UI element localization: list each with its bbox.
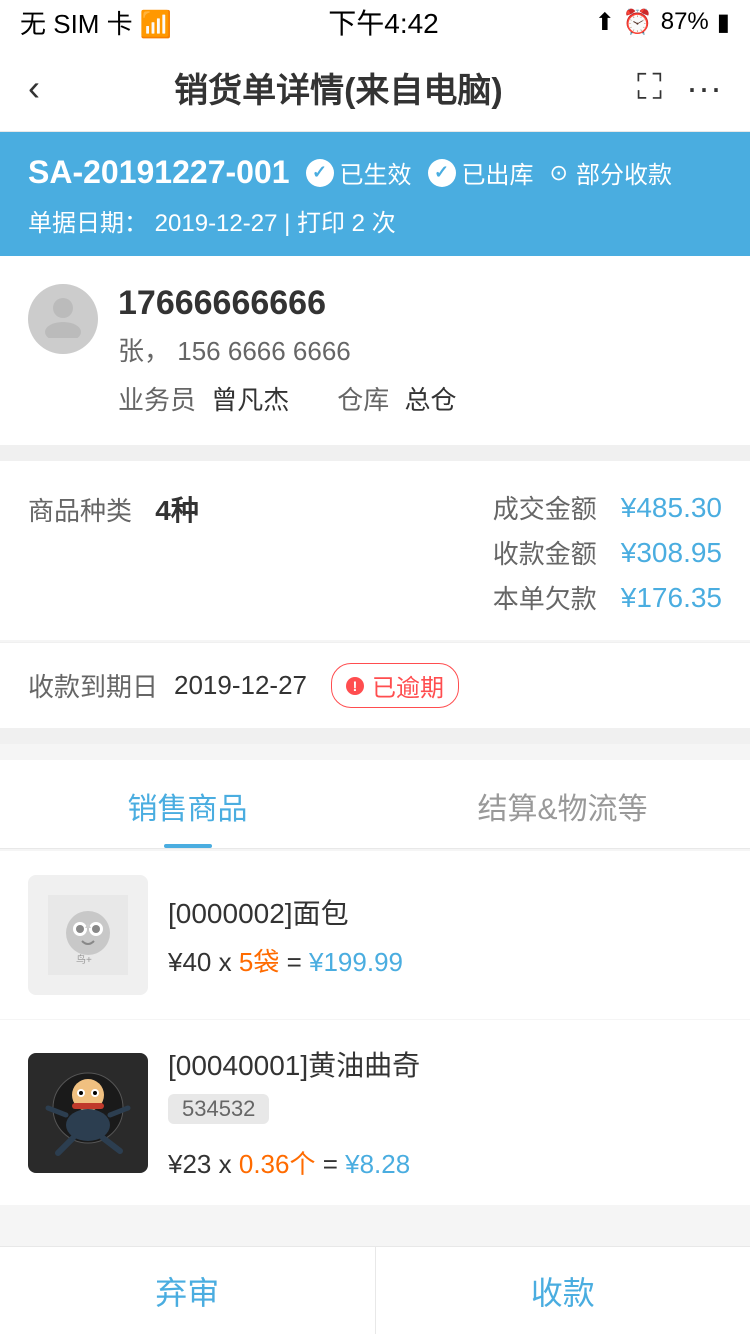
customer-name: 张， bbox=[118, 336, 170, 366]
overdue-text: 已逾期 bbox=[372, 668, 444, 703]
nav-bar: ‹ 销货单详情(来自电脑) ⛶ ··· bbox=[0, 44, 750, 132]
product-name-1: [0000002]面包 bbox=[168, 892, 722, 932]
status-bar: 无 SIM 卡 📶 下午4:42 ⬆ ⏰ 87% ▮ bbox=[0, 0, 750, 44]
amount-row: 成交金额 ¥485.30 bbox=[493, 489, 722, 526]
warehouse-name: 总仓 bbox=[405, 385, 457, 415]
amount-value: ¥485.30 bbox=[621, 492, 722, 524]
badge-shipped: ✓ 已出库 bbox=[428, 155, 534, 190]
customer-meta: 业务员 曾凡杰 仓库 总仓 bbox=[118, 380, 722, 417]
due-section: 收款到期日 2019-12-27 ! 已逾期 bbox=[0, 642, 750, 728]
product-name-2: [00040001]黄油曲奇 bbox=[168, 1044, 722, 1084]
print-separator: | bbox=[284, 210, 297, 237]
clock-icon: ⊙ bbox=[550, 160, 568, 186]
order-date: 2019-12-27 bbox=[155, 210, 278, 237]
status-time: 下午4:42 bbox=[328, 2, 439, 42]
customer-info: 17666666666 张， 156 6666 6666 业务员 曾凡杰 仓库 … bbox=[118, 284, 722, 417]
product-price-2: ¥23 x 0.36个 = ¥8.28 bbox=[168, 1144, 722, 1181]
debt-value: ¥176.35 bbox=[621, 582, 722, 614]
tab-settlement[interactable]: 结算&物流等 bbox=[375, 760, 750, 848]
cancel-label: 弃审 bbox=[155, 1268, 219, 1314]
more-icon[interactable]: ··· bbox=[686, 67, 722, 109]
price-base-2: ¥23 bbox=[168, 1149, 211, 1179]
overdue-badge: ! 已逾期 bbox=[331, 663, 459, 708]
product-thumbnail-2 bbox=[28, 1053, 148, 1173]
svg-text:鸟+: 鸟+ bbox=[76, 953, 92, 966]
customer-phone-number: 156 6666 6666 bbox=[177, 336, 351, 366]
order-id: SA-20191227-001 bbox=[28, 154, 290, 191]
amount-label: 成交金额 bbox=[493, 489, 597, 526]
received-row: 收款金额 ¥308.95 bbox=[493, 534, 722, 571]
product-badge-2: 534532 bbox=[168, 1094, 269, 1124]
tabs-section: 销售商品 结算&物流等 bbox=[0, 760, 750, 849]
customer-name-phone: 张， 156 6666 6666 bbox=[118, 331, 722, 368]
divider-2 bbox=[0, 728, 750, 744]
received-label: 收款金额 bbox=[493, 534, 597, 571]
debt-label: 本单欠款 bbox=[493, 579, 597, 616]
product-thumbnail-1: 鸟+ bbox=[28, 875, 148, 995]
category-label: 商品种类 bbox=[28, 496, 132, 526]
category-value: 4种 bbox=[155, 495, 199, 526]
battery-icon: ▮ bbox=[717, 8, 730, 37]
stats-left: 商品种类 4种 bbox=[28, 489, 199, 535]
tab-settlement-label: 结算&物流等 bbox=[477, 793, 647, 826]
badge-partial-label: 部分收款 bbox=[576, 155, 672, 190]
confirm-label: 收款 bbox=[531, 1268, 595, 1314]
price-total-1: ¥199.99 bbox=[309, 947, 403, 977]
check-icon-shipped: ✓ bbox=[428, 159, 456, 187]
table-row: 鸟+ [0000002]面包 ¥40 x 5袋 = ¥199.99 bbox=[0, 851, 750, 1020]
debt-row: 本单欠款 ¥176.35 bbox=[493, 579, 722, 616]
customer-id: 17666666666 bbox=[118, 284, 722, 323]
divider-1 bbox=[0, 445, 750, 461]
tab-sales-label: 销售商品 bbox=[128, 793, 248, 826]
confirm-button[interactable]: 收款 bbox=[376, 1247, 750, 1334]
received-value: ¥308.95 bbox=[621, 537, 722, 569]
product-info-1: [0000002]面包 ¥40 x 5袋 = ¥199.99 bbox=[168, 892, 722, 979]
warehouse-label: 仓库 总仓 bbox=[337, 380, 456, 417]
product-info-2: [00040001]黄油曲奇 534532 ¥23 x 0.36个 = ¥8.2… bbox=[168, 1044, 722, 1181]
products-section: 鸟+ [0000002]面包 ¥40 x 5袋 = ¥199.99 bbox=[0, 851, 750, 1206]
alarm-icon: ⏰ bbox=[623, 8, 653, 37]
overdue-icon: ! bbox=[346, 677, 364, 695]
check-icon-activated: ✓ bbox=[306, 159, 334, 187]
stats-right: 成交金额 ¥485.30 收款金额 ¥308.95 本单欠款 ¥176.35 bbox=[493, 489, 722, 616]
table-row: [00040001]黄油曲奇 534532 ¥23 x 0.36个 = ¥8.2… bbox=[0, 1020, 750, 1206]
price-total-2: ¥8.28 bbox=[345, 1149, 410, 1179]
avatar bbox=[28, 284, 98, 354]
product-price-1: ¥40 x 5袋 = ¥199.99 bbox=[168, 942, 722, 979]
badge-activated: ✓ 已生效 bbox=[306, 155, 412, 190]
avatar-icon bbox=[39, 290, 87, 348]
price-qty-1: 5袋 bbox=[239, 947, 279, 977]
badge-partial: ⊙ 部分收款 bbox=[550, 155, 672, 190]
battery-level: 87% bbox=[661, 8, 709, 36]
page-title: 销货单详情(来自电脑) bbox=[174, 63, 503, 112]
share-icon[interactable]: ⛶ bbox=[637, 66, 662, 109]
back-button[interactable]: ‹ bbox=[28, 67, 40, 109]
stats-row: 商品种类 4种 成交金额 ¥485.30 收款金额 ¥308.95 本单欠款 ¥… bbox=[28, 489, 722, 616]
print-info: 打印 2 次 bbox=[297, 210, 396, 237]
tab-sales[interactable]: 销售商品 bbox=[0, 760, 375, 848]
sales-label: 业务员 曾凡杰 bbox=[118, 380, 289, 417]
sales-name: 曾凡杰 bbox=[211, 385, 289, 415]
badge-shipped-label: 已出库 bbox=[462, 155, 534, 190]
due-label: 收款到期日 bbox=[28, 667, 158, 704]
badge-activated-label: 已生效 bbox=[340, 155, 412, 190]
price-base-1: ¥40 bbox=[168, 947, 211, 977]
banner-bottom: 单据日期： 2019-12-27 | 打印 2 次 bbox=[28, 203, 722, 238]
status-left: 无 SIM 卡 📶 bbox=[20, 4, 172, 41]
customer-section: 17666666666 张， 156 6666 6666 业务员 曾凡杰 仓库 … bbox=[0, 256, 750, 445]
price-qty-2: 0.36个 bbox=[239, 1149, 316, 1179]
nav-actions: ⛶ ··· bbox=[637, 66, 722, 109]
date-label: 单据日期： bbox=[28, 210, 148, 237]
location-icon: ⬆ bbox=[595, 8, 615, 37]
due-date: 2019-12-27 bbox=[174, 670, 307, 701]
status-right: ⬆ ⏰ 87% ▮ bbox=[595, 8, 730, 37]
cancel-button[interactable]: 弃审 bbox=[0, 1247, 376, 1334]
stats-section: 商品种类 4种 成交金额 ¥485.30 收款金额 ¥308.95 本单欠款 ¥… bbox=[0, 461, 750, 640]
banner-top: SA-20191227-001 ✓ 已生效 ✓ 已出库 ⊙ 部分收款 bbox=[28, 154, 722, 191]
bottom-bar: 弃审 收款 bbox=[0, 1246, 750, 1334]
header-banner: SA-20191227-001 ✓ 已生效 ✓ 已出库 ⊙ 部分收款 单据日期：… bbox=[0, 132, 750, 256]
category-item: 商品种类 4种 bbox=[28, 489, 199, 529]
